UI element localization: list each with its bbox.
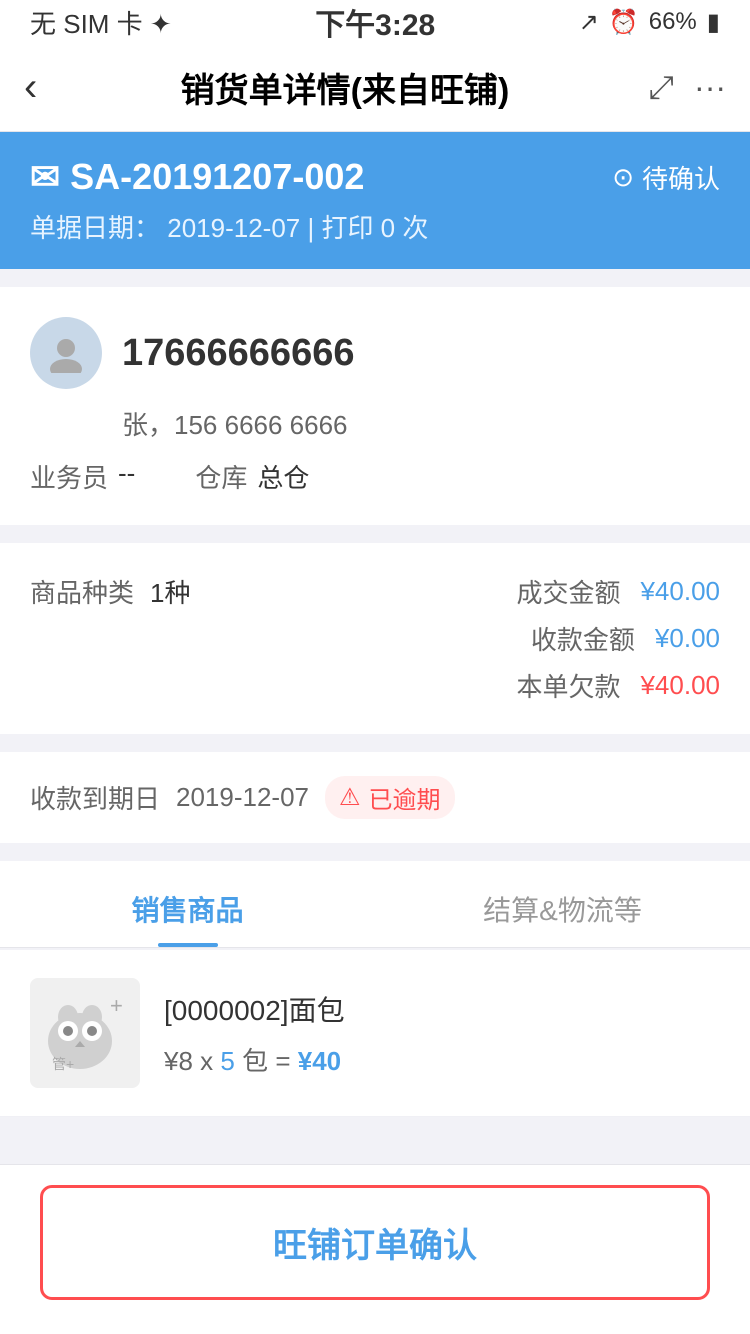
- warehouse-value: 总仓: [257, 458, 309, 495]
- summary-row-1: 收款金额 ¥0.00: [531, 620, 720, 657]
- nav-bar: ‹ 销货单详情(来自旺铺) ⤢ ···: [0, 44, 750, 132]
- tab-sales-products[interactable]: 销售商品: [0, 861, 375, 947]
- due-date-label: 收款到期日: [30, 779, 160, 816]
- sales-value: --: [118, 458, 135, 495]
- product-types-label: 商品种类: [30, 573, 134, 610]
- product-list: + 管+ [0000002]面包 ¥8 x 5 包 = ¥40: [0, 950, 750, 1117]
- location-icon: ↗: [579, 8, 599, 37]
- unit: 包: [242, 1046, 268, 1076]
- sim-status: 无 SIM 卡 ✦: [30, 4, 172, 41]
- table-row: + 管+ [0000002]面包 ¥8 x 5 包 = ¥40: [0, 950, 750, 1117]
- product-price: ¥8 x 5 包 = ¥40: [164, 1041, 720, 1078]
- payment-label: 收款金额: [531, 620, 635, 657]
- status-left: 无 SIM 卡 ✦: [30, 4, 172, 41]
- product-qty: 5: [220, 1046, 234, 1076]
- due-date-card: 收款到期日 2019-12-07 ⚠ 已逾期: [0, 752, 750, 843]
- tab-settlement[interactable]: 结算&物流等: [375, 861, 750, 947]
- summary-card: 商品种类 1种 成交金额 ¥40.00 收款金额 ¥0.00 本单欠款 ¥40.…: [0, 543, 750, 734]
- sales-label: 业务员: [30, 458, 108, 495]
- status-time: 下午3:28: [315, 0, 435, 44]
- warehouse-label: 仓库: [195, 458, 247, 495]
- share-icon[interactable]: ⤢: [648, 69, 674, 107]
- owed-value: ¥40.00: [640, 670, 720, 701]
- overdue-icon: ⚠: [339, 783, 361, 812]
- back-button[interactable]: ‹: [24, 65, 84, 110]
- customer-meta: 业务员 -- 仓库 总仓: [30, 458, 720, 495]
- customer-phone: 17666666666: [122, 332, 354, 375]
- order-id-icon: ✉: [30, 156, 60, 198]
- warehouse-meta: 仓库 总仓: [195, 458, 309, 495]
- owed-label: 本单欠款: [516, 667, 620, 704]
- amount-label: 成交金额: [516, 573, 620, 610]
- avatar: [30, 317, 102, 389]
- status-right: ↗ ⏰ 66% ▮: [579, 8, 720, 37]
- overdue-text: 已逾期: [369, 780, 441, 815]
- order-id-text: SA-20191207-002: [70, 156, 364, 198]
- sales-meta: 业务员 --: [30, 458, 135, 495]
- status-text: 待确认: [642, 159, 720, 196]
- tabs-bar: 销售商品 结算&物流等: [0, 861, 750, 948]
- summary-row-0: 成交金额 ¥40.00: [516, 573, 720, 610]
- confirm-order-button[interactable]: 旺铺订单确认: [40, 1185, 710, 1300]
- svg-text:+: +: [110, 993, 123, 1018]
- svg-text:管+: 管+: [52, 1056, 74, 1072]
- product-total: ¥40: [298, 1046, 341, 1076]
- product-types: 商品种类 1种: [30, 573, 190, 610]
- customer-card: 17666666666 张，156 6666 6666 业务员 -- 仓库 总仓: [0, 287, 750, 525]
- status-clock-icon: ⊙: [612, 162, 634, 193]
- equals-sign: =: [275, 1046, 297, 1076]
- summary-left: 商品种类 1种: [30, 573, 190, 610]
- amount-value: ¥40.00: [640, 576, 720, 607]
- customer-top: 17666666666: [30, 317, 720, 389]
- order-header-top: ✉ SA-20191207-002 ⊙ 待确认: [30, 156, 720, 198]
- alarm-icon: ⏰: [609, 8, 639, 37]
- overdue-badge: ⚠ 已逾期: [325, 776, 455, 819]
- payment-value: ¥0.00: [655, 623, 720, 654]
- battery-icon: ▮: [707, 8, 720, 37]
- multiply-sign: x: [200, 1046, 220, 1076]
- summary-right: 成交金额 ¥40.00 收款金额 ¥0.00 本单欠款 ¥40.00: [516, 573, 720, 704]
- order-id: ✉ SA-20191207-002: [30, 156, 364, 198]
- product-thumbnail: + 管+: [30, 978, 140, 1088]
- battery-level: 66%: [649, 8, 697, 36]
- product-types-value: 1种: [150, 573, 190, 610]
- order-header-card: ✉ SA-20191207-002 ⊙ 待确认 单据日期： 2019-12-07…: [0, 132, 750, 269]
- nav-actions: ⤢ ···: [606, 69, 726, 107]
- status-bar: 无 SIM 卡 ✦ 下午3:28 ↗ ⏰ 66% ▮: [0, 0, 750, 44]
- more-icon[interactable]: ···: [694, 69, 726, 106]
- customer-info: 张，156 6666 6666: [30, 405, 720, 442]
- nav-title: 销货单详情(来自旺铺): [84, 63, 606, 112]
- bottom-bar: 旺铺订单确认: [0, 1164, 750, 1334]
- summary-row-2: 本单欠款 ¥40.00: [516, 667, 720, 704]
- order-status: ⊙ 待确认: [612, 159, 720, 196]
- product-details: [0000002]面包 ¥8 x 5 包 = ¥40: [164, 989, 720, 1078]
- unit-price: ¥8: [164, 1046, 193, 1076]
- product-name: [0000002]面包: [164, 989, 720, 1029]
- due-date-value: 2019-12-07: [176, 782, 309, 813]
- order-date: 单据日期： 2019-12-07 | 打印 0 次: [30, 208, 720, 245]
